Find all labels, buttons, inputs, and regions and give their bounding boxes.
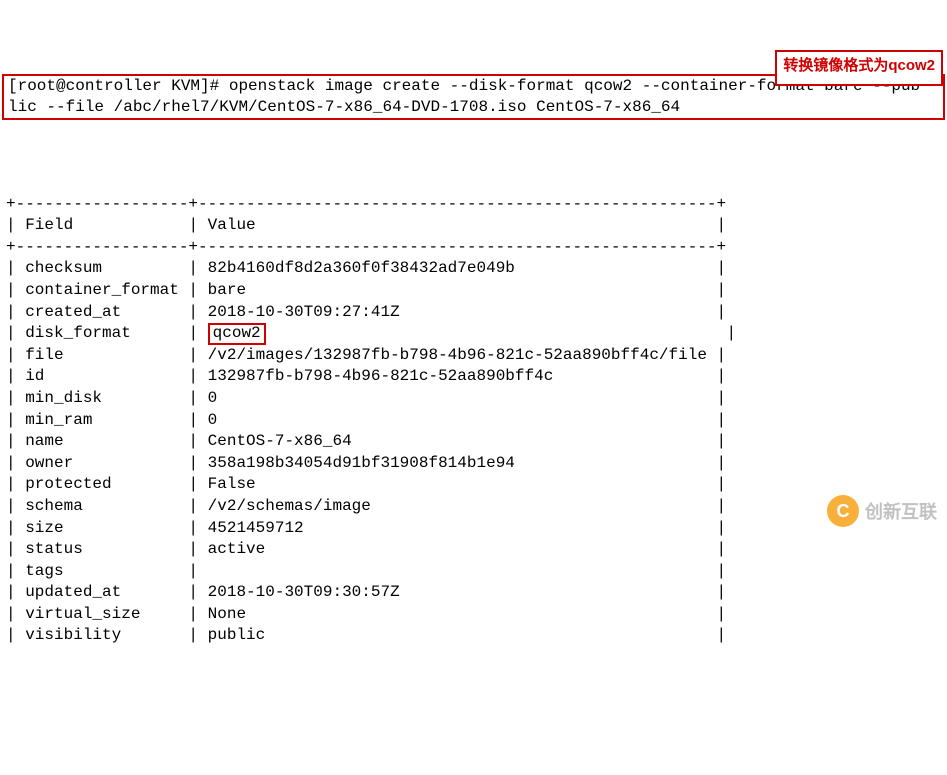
row-field: min_disk [25,389,102,407]
header-field: Field [25,216,73,234]
row-value: None [208,605,246,623]
row-value: False [208,475,256,493]
row-value: 2018-10-30T09:27:41Z [208,303,400,321]
row-field: owner [25,454,73,472]
row-field: visibility [25,626,121,644]
row-field: schema [25,497,83,515]
disk-format-highlight: qcow2 [208,323,266,345]
row-field: protected [25,475,111,493]
row-value: active [208,540,266,558]
header-value: Value [208,216,256,234]
row-field: disk_format [25,324,131,342]
terminal-output: +------------------+--------------------… [0,192,947,649]
row-field: id [25,367,44,385]
row-value: /v2/schemas/image [208,497,371,515]
table-border-top: +------------------+--------------------… [6,195,726,213]
row-field: name [25,432,63,450]
row-field: container_format [25,281,179,299]
row-value: 4521459712 [208,519,304,537]
row-value: CentOS-7-x86_64 [208,432,352,450]
row-value: 82b4160df8d2a360f0f38432ad7e049b [208,259,515,277]
watermark-logo-letter: C [837,501,850,522]
row-field: updated_at [25,583,121,601]
row-field: min_ram [25,411,92,429]
row-value: 358a198b34054d91bf31908f814b1e94 [208,454,515,472]
shell-prompt: [root@controller KVM]# [8,77,229,95]
annotation-label: 转换镜像格式为qcow2 [775,50,943,86]
table-border-mid: +------------------+--------------------… [6,238,726,256]
row-value: bare [208,281,246,299]
row-value: 0 [208,411,218,429]
row-value: 0 [208,389,218,407]
watermark-text: 创新互联 [865,498,937,524]
row-field: created_at [25,303,121,321]
row-field: status [25,540,83,558]
row-value: 132987fb-b798-4b96-821c-52aa890bff4c [208,367,554,385]
row-value: public [208,626,266,644]
row-field: virtual_size [25,605,140,623]
row-field: tags [25,562,63,580]
row-value: 2018-10-30T09:30:57Z [208,583,400,601]
row-value: qcow2 [213,324,261,342]
row-field: file [25,346,63,364]
row-field: checksum [25,259,102,277]
command-line-2: lic --file /abc/rhel7/KVM/CentOS-7-x86_6… [8,98,680,116]
row-value: /v2/images/132987fb-b798-4b96-821c-52aa8… [208,346,707,364]
row-field: size [25,519,63,537]
watermark-logo-icon: C [827,495,859,527]
watermark: C 创新互联 [827,495,937,527]
